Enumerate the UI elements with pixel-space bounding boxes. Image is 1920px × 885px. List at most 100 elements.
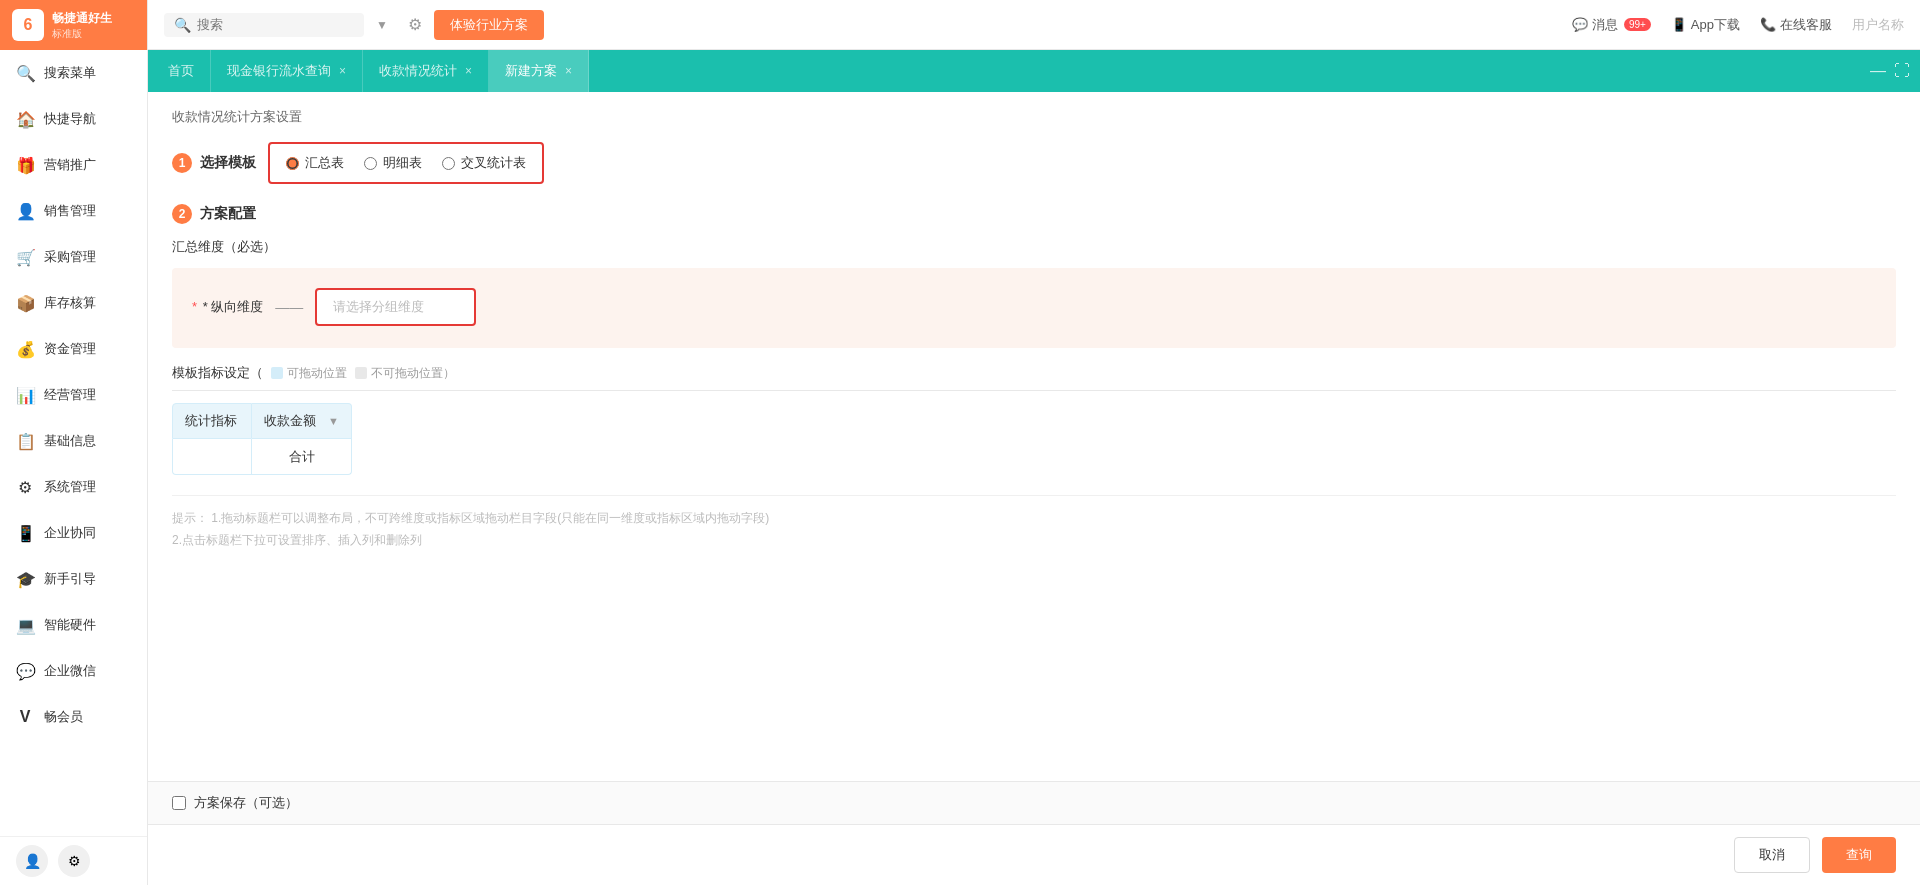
sidebar-item-hardware[interactable]: 💻 智能硬件 (0, 602, 147, 648)
topbar-gear-icon[interactable]: ⚙ (408, 15, 422, 34)
topbar-chevron-icon[interactable]: ▼ (376, 18, 388, 32)
content-area: 收款情况统计方案设置 1 选择模板 汇总表 (148, 92, 1920, 885)
section2-title: 方案配置 (200, 205, 256, 223)
tabbar-minimize-icon[interactable]: — (1870, 62, 1886, 80)
arrow-icon: —— (275, 299, 303, 315)
sidebar-item-label: 快捷导航 (44, 110, 96, 128)
sidebar-item-purchase[interactable]: 🛒 采购管理 (0, 234, 147, 280)
radio-cross-input[interactable] (442, 157, 455, 170)
box-icon: 📦 (16, 294, 34, 313)
radio-detail[interactable]: 明细表 (364, 154, 422, 172)
radio-detail-input[interactable] (364, 157, 377, 170)
topbar-search-icon: 🔍 (174, 17, 191, 33)
radio-summary[interactable]: 汇总表 (286, 154, 344, 172)
sidebar-item-guide[interactable]: 🎓 新手引导 (0, 556, 147, 602)
topbar-search-box[interactable]: 🔍 (164, 13, 364, 37)
trial-button[interactable]: 体验行业方案 (434, 10, 544, 40)
sidebar-user-icon[interactable]: 👤 (16, 845, 48, 877)
dimension-area: * * 纵向维度 —— 请选择分组维度 (172, 268, 1896, 348)
notification-badge: 99+ (1624, 18, 1651, 31)
tabbar: 首页 现金银行流水查询 × 收款情况统计 × 新建方案 × — ⛶ (148, 50, 1920, 92)
sidebar-item-label: 采购管理 (44, 248, 96, 266)
sidebar-item-inventory[interactable]: 📦 库存核算 (0, 280, 147, 326)
save-checkbox[interactable] (172, 796, 186, 810)
section2-header: 2 方案配置 (172, 204, 1896, 224)
notification-item[interactable]: 💬 消息 99+ (1572, 16, 1651, 34)
search-icon: 🔍 (16, 64, 34, 83)
vertical-dim-label: * * 纵向维度 (192, 298, 263, 316)
fixed-label: 不可拖动位置） (371, 365, 455, 382)
gift-icon: 🎁 (16, 156, 34, 175)
sidebar-item-enterprise[interactable]: 📱 企业协同 (0, 510, 147, 556)
movable-label: 可拖动位置 (287, 365, 347, 382)
tab-cash-flow-label: 现金银行流水查询 (227, 62, 331, 80)
logo-sub-text: 标准版 (52, 27, 112, 41)
logo-text-block: 畅捷通好生 标准版 (52, 10, 112, 41)
sidebar-item-label: 资金管理 (44, 340, 96, 358)
radio-cross[interactable]: 交叉统计表 (442, 154, 526, 172)
sidebar-item-label: 智能硬件 (44, 616, 96, 634)
indicator-right-col: 收款金额 ▼ 合计 (252, 403, 352, 475)
indicator-settings: 模板指标设定（ 可拖动位置 不可拖动位置） (172, 364, 1896, 475)
gear-sidebar-icon: ⚙ (16, 478, 34, 497)
dimension-placeholder: 请选择分组维度 (333, 299, 424, 314)
dimension-title: 汇总维度（必选） (172, 238, 1896, 256)
tab-cash-flow-close[interactable]: × (339, 64, 346, 78)
sidebar-item-label: 销售管理 (44, 202, 96, 220)
sidebar-settings-icon[interactable]: ⚙ (58, 845, 90, 877)
service-item[interactable]: 📞 在线客服 (1760, 16, 1832, 34)
sidebar-item-label: 经营管理 (44, 386, 96, 404)
tab-home-label: 首页 (168, 62, 194, 80)
query-button[interactable]: 查询 (1822, 837, 1896, 873)
hint-text-2: 2.点击标题栏下拉可设置排序、插入列和删除列 (172, 530, 1896, 552)
sidebar-item-member[interactable]: V 畅会员 (0, 694, 147, 740)
radio-summary-input[interactable] (286, 157, 299, 170)
sidebar-item-system[interactable]: ⚙ 系统管理 (0, 464, 147, 510)
chevron-down-icon: ▼ (328, 415, 339, 427)
search-input[interactable] (197, 17, 354, 32)
sidebar-item-management[interactable]: 📊 经营管理 (0, 372, 147, 418)
notification-label: 消息 (1592, 16, 1618, 34)
hint-text-1: 提示： 1.拖动标题栏可以调整布局，不可跨维度或指标区域拖动栏目字段(只能在同一… (172, 508, 1896, 530)
tab-cash-flow[interactable]: 现金银行流水查询 × (211, 50, 363, 92)
person-icon: 👤 (16, 202, 34, 221)
tabbar-maximize-icon[interactable]: ⛶ (1894, 62, 1910, 80)
sidebar: 6 畅捷通好生 标准版 🔍 搜索菜单 🏠 快捷导航 🎁 营销推广 👤 销售管理 … (0, 0, 148, 885)
indicator-col-sub: 合计 (252, 439, 352, 475)
service-label: 在线客服 (1780, 16, 1832, 34)
sidebar-item-basic-info[interactable]: 📋 基础信息 (0, 418, 147, 464)
sidebar-item-search[interactable]: 🔍 搜索菜单 (0, 50, 147, 96)
download-item[interactable]: 📱 App下载 (1671, 16, 1740, 34)
indicator-col-header[interactable]: 收款金额 ▼ (252, 403, 352, 439)
sidebar-item-label: 企业协同 (44, 524, 96, 542)
tab-new-plan-close[interactable]: × (565, 64, 572, 78)
cancel-button[interactable]: 取消 (1734, 837, 1810, 873)
dimension-row: * * 纵向维度 —— 请选择分组维度 (192, 288, 1876, 326)
section1-wrapper: 1 选择模板 汇总表 明细表 (172, 142, 1896, 184)
dimension-selector[interactable]: 请选择分组维度 (315, 288, 476, 326)
page-title: 收款情况统计方案设置 (172, 108, 1896, 126)
tab-collection-stats-label: 收款情况统计 (379, 62, 457, 80)
legend-fixed: 不可拖动位置） (355, 365, 455, 382)
download-label: App下载 (1691, 16, 1740, 34)
tab-home[interactable]: 首页 (148, 50, 211, 92)
section1-num: 1 (172, 153, 192, 173)
tab-new-plan[interactable]: 新建方案 × (489, 50, 589, 92)
chart-icon: 📊 (16, 386, 34, 405)
section-template: 1 选择模板 汇总表 明细表 (172, 142, 1896, 184)
sidebar-item-nav[interactable]: 🏠 快捷导航 (0, 96, 147, 142)
notification-icon: 💬 (1572, 17, 1588, 32)
list-icon: 📋 (16, 432, 34, 451)
indicator-col-label: 收款金额 (264, 412, 316, 430)
sidebar-item-finance[interactable]: 💰 资金管理 (0, 326, 147, 372)
sidebar-item-sales[interactable]: 👤 销售管理 (0, 188, 147, 234)
fixed-dot (355, 367, 367, 379)
tab-collection-stats[interactable]: 收款情况统计 × (363, 50, 489, 92)
sidebar-item-label: 系统管理 (44, 478, 96, 496)
template-selection-group: 汇总表 明细表 交叉统计表 (268, 142, 544, 184)
sidebar-item-wechat[interactable]: 💬 企业微信 (0, 648, 147, 694)
vip-icon: V (16, 708, 34, 726)
radio-cross-label: 交叉统计表 (461, 154, 526, 172)
sidebar-item-marketing[interactable]: 🎁 营销推广 (0, 142, 147, 188)
tab-collection-stats-close[interactable]: × (465, 64, 472, 78)
